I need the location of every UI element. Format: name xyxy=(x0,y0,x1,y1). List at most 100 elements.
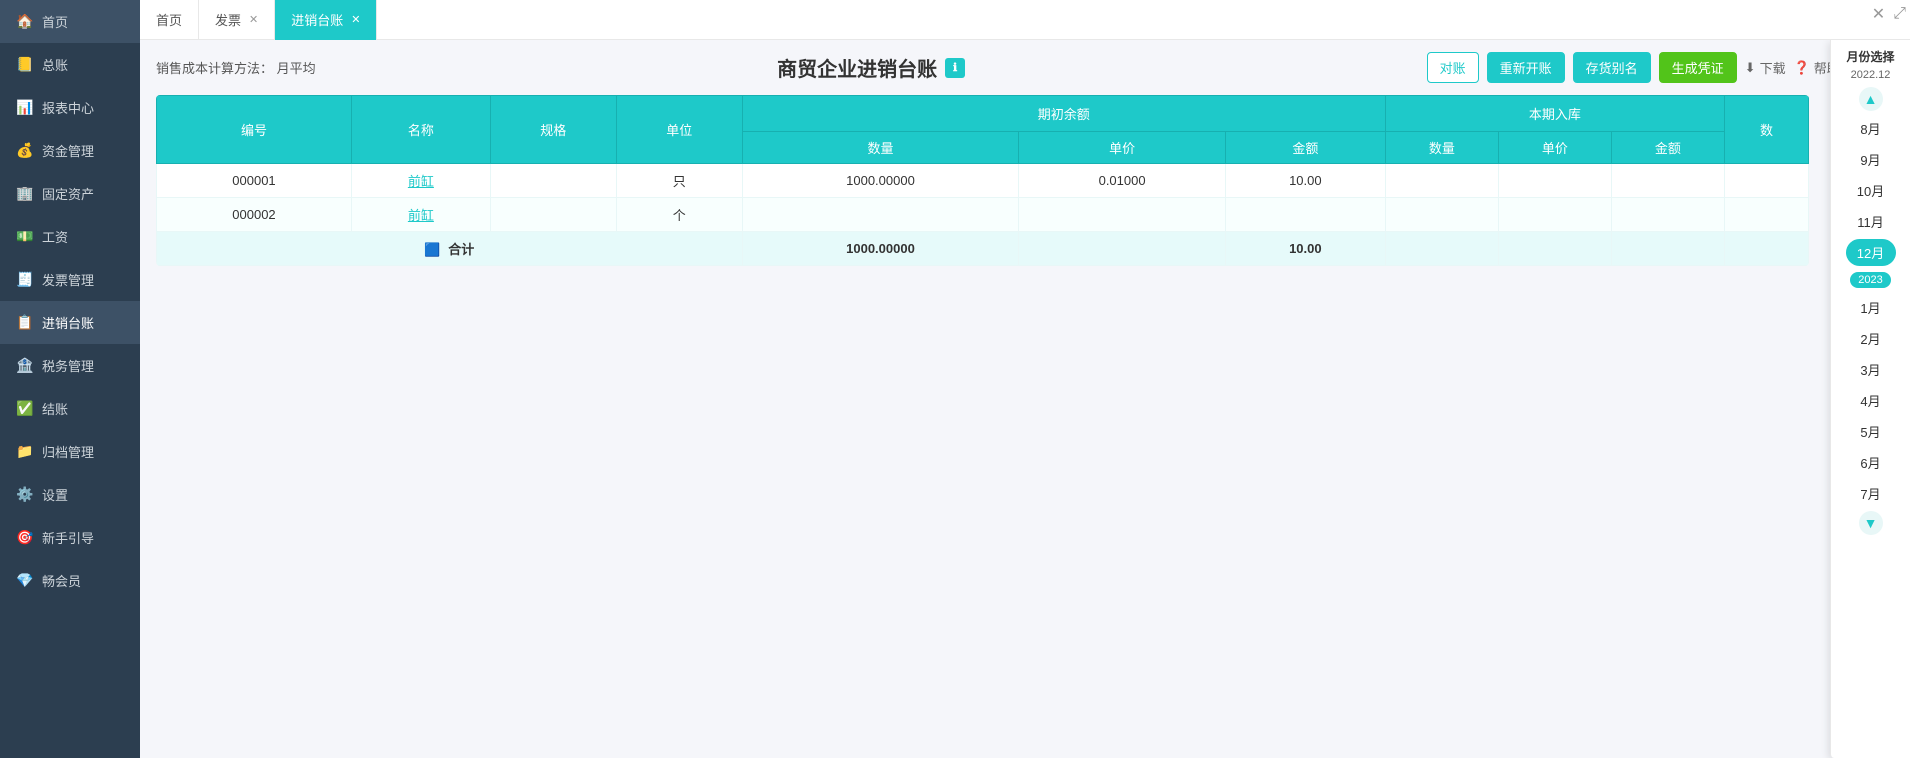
cell-in-amount xyxy=(1611,164,1724,198)
year-badge-2023: 2023 xyxy=(1850,272,1890,288)
sidebar-item-label: 结账 xyxy=(42,399,68,418)
month-item-10[interactable]: 10月 xyxy=(1846,177,1896,204)
tab-inventory-close[interactable]: ✕ xyxy=(351,13,360,26)
col-unit: 单位 xyxy=(616,96,742,164)
invoice-mgmt-icon: 🧾 xyxy=(16,271,34,289)
close-button[interactable]: ✕ xyxy=(1872,4,1885,24)
generate-voucher-button[interactable]: 生成凭证 xyxy=(1659,52,1737,83)
inventory-table: 编号 名称 规格 单位 期初余额 本期入库 数 数量 单价 金额 数量 单价 xyxy=(156,95,1809,266)
sidebar-item-inventory[interactable]: 📋 进销台账 xyxy=(0,301,140,344)
tab-invoice[interactable]: 发票 ✕ xyxy=(199,0,275,40)
page-title: 商贸企业进销台账 ℹ xyxy=(777,53,965,82)
cell-extra xyxy=(1724,164,1808,198)
action-buttons: 对账 重新开账 存货别名 生成凭证 ⬇ 下载 ❓ 帮助 🔄 刷新 xyxy=(1427,52,1894,83)
month-item-11[interactable]: 11月 xyxy=(1846,208,1896,235)
cell-open-qty xyxy=(742,198,1019,232)
cell-number: 000001 xyxy=(157,164,352,198)
tab-home-label: 首页 xyxy=(156,10,182,29)
sidebar-item-label: 进销台账 xyxy=(42,313,94,332)
month-panel-year-2022: 2022.12 xyxy=(1851,69,1891,81)
save-alias-button[interactable]: 存货别名 xyxy=(1573,52,1651,83)
home-icon: 🏠 xyxy=(16,13,34,31)
month-nav-up[interactable]: ▲ xyxy=(1859,87,1883,111)
tab-invoice-label: 发票 xyxy=(215,10,241,29)
inventory-icon: 📋 xyxy=(16,314,34,332)
cell-open-price xyxy=(1019,198,1226,232)
sidebar-item-vip[interactable]: 💎 畅会员 xyxy=(0,559,140,602)
col-group-in: 本期入库 xyxy=(1385,96,1724,132)
tab-home[interactable]: 首页 xyxy=(140,0,199,40)
archive-icon: 📁 xyxy=(16,443,34,461)
month-item-7[interactable]: 7月 xyxy=(1846,480,1896,507)
sidebar-item-invoice-mgmt[interactable]: 🧾 发票管理 xyxy=(0,258,140,301)
total-open-price xyxy=(1019,232,1226,266)
col-open-qty: 数量 xyxy=(742,132,1019,164)
total-in-price xyxy=(1498,232,1611,266)
sidebar-item-home[interactable]: 🏠 首页 xyxy=(0,0,140,43)
total-in-amount xyxy=(1611,232,1724,266)
month-panel: 月份选择 2022.12 ▲ 8月 9月 10月 11月 12月 2023 1月… xyxy=(1830,40,1910,758)
sidebar-item-label: 资金管理 xyxy=(42,141,94,160)
sidebar-item-label: 归档管理 xyxy=(42,442,94,461)
month-item-1[interactable]: 1月 xyxy=(1846,294,1896,321)
info-icon[interactable]: ℹ xyxy=(945,58,965,78)
sidebar-item-label: 首页 xyxy=(42,12,68,31)
month-nav-down[interactable]: ▼ xyxy=(1859,511,1883,535)
month-item-8[interactable]: 8月 xyxy=(1846,115,1896,142)
help-icon: ❓ xyxy=(1794,60,1810,76)
cell-in-qty xyxy=(1385,198,1498,232)
sidebar-item-reports[interactable]: 📊 报表中心 xyxy=(0,86,140,129)
col-spec: 规格 xyxy=(490,96,616,164)
sidebar-item-tax[interactable]: 🏦 税务管理 xyxy=(0,344,140,387)
month-item-9[interactable]: 9月 xyxy=(1846,146,1896,173)
month-item-6[interactable]: 6月 xyxy=(1846,449,1896,476)
total-label-cell: 🟦 合计 xyxy=(157,232,743,266)
sidebar-item-label: 工资 xyxy=(42,227,68,246)
total-open-amount: 10.00 xyxy=(1225,232,1385,266)
cell-in-price xyxy=(1498,198,1611,232)
tab-invoice-close[interactable]: ✕ xyxy=(249,13,258,26)
maximize-button[interactable]: ⤢ xyxy=(1893,4,1906,24)
funds-icon: 💰 xyxy=(16,142,34,160)
cell-open-amount: 10.00 xyxy=(1225,164,1385,198)
month-item-3[interactable]: 3月 xyxy=(1846,356,1896,383)
window-controls: ✕ ⤢ xyxy=(1872,4,1906,24)
tax-icon: 🏦 xyxy=(16,357,34,375)
content-area: 销售成本计算方法： 月平均 商贸企业进销台账 ℹ 对账 重新开账 存货别名 生成… xyxy=(140,40,1910,758)
cell-number: 000002 xyxy=(157,198,352,232)
vip-icon: 💎 xyxy=(16,572,34,590)
reopen-button[interactable]: 重新开账 xyxy=(1487,52,1565,83)
calc-value: 月平均 xyxy=(277,61,316,76)
sidebar-item-label: 报表中心 xyxy=(42,98,94,117)
inventory-table-container: 编号 名称 规格 单位 期初余额 本期入库 数 数量 单价 金额 数量 单价 xyxy=(156,95,1809,266)
sidebar: 🏠 首页 📒 总账 📊 报表中心 💰 资金管理 🏢 固定资产 💵 工资 🧾 发票… xyxy=(0,0,140,758)
sidebar-item-assets[interactable]: 🏢 固定资产 xyxy=(0,172,140,215)
total-open-qty: 1000.00000 xyxy=(742,232,1019,266)
checkout-icon: ✅ xyxy=(16,400,34,418)
col-open-amount: 金额 xyxy=(1225,132,1385,164)
sidebar-item-funds[interactable]: 💰 资金管理 xyxy=(0,129,140,172)
month-item-4[interactable]: 4月 xyxy=(1846,387,1896,414)
col-in-price: 单价 xyxy=(1498,132,1611,164)
month-item-5[interactable]: 5月 xyxy=(1846,418,1896,445)
sidebar-item-settings[interactable]: ⚙️ 设置 xyxy=(0,473,140,516)
sidebar-item-guide[interactable]: 🎯 新手引导 xyxy=(0,516,140,559)
month-item-2[interactable]: 2月 xyxy=(1846,325,1896,352)
reconcile-button[interactable]: 对账 xyxy=(1427,52,1479,83)
sidebar-item-ledger[interactable]: 📒 总账 xyxy=(0,43,140,86)
sidebar-item-checkout[interactable]: ✅ 结账 xyxy=(0,387,140,430)
sidebar-item-archive[interactable]: 📁 归档管理 xyxy=(0,430,140,473)
sidebar-item-salary[interactable]: 💵 工资 xyxy=(0,215,140,258)
tab-inventory[interactable]: 进销台账 ✕ xyxy=(275,0,377,40)
download-icon: ⬇ xyxy=(1745,60,1756,76)
salary-icon: 💵 xyxy=(16,228,34,246)
sidebar-item-label: 设置 xyxy=(42,485,68,504)
assets-icon: 🏢 xyxy=(16,185,34,203)
calc-label: 销售成本计算方法： xyxy=(156,61,273,76)
sidebar-item-label: 税务管理 xyxy=(42,356,94,375)
col-group-opening: 期初余额 xyxy=(742,96,1385,132)
month-item-12[interactable]: 12月 xyxy=(1846,239,1896,266)
ledger-icon: 📒 xyxy=(16,56,34,74)
sidebar-item-label: 总账 xyxy=(42,55,68,74)
download-button[interactable]: ⬇ 下载 xyxy=(1745,58,1786,77)
